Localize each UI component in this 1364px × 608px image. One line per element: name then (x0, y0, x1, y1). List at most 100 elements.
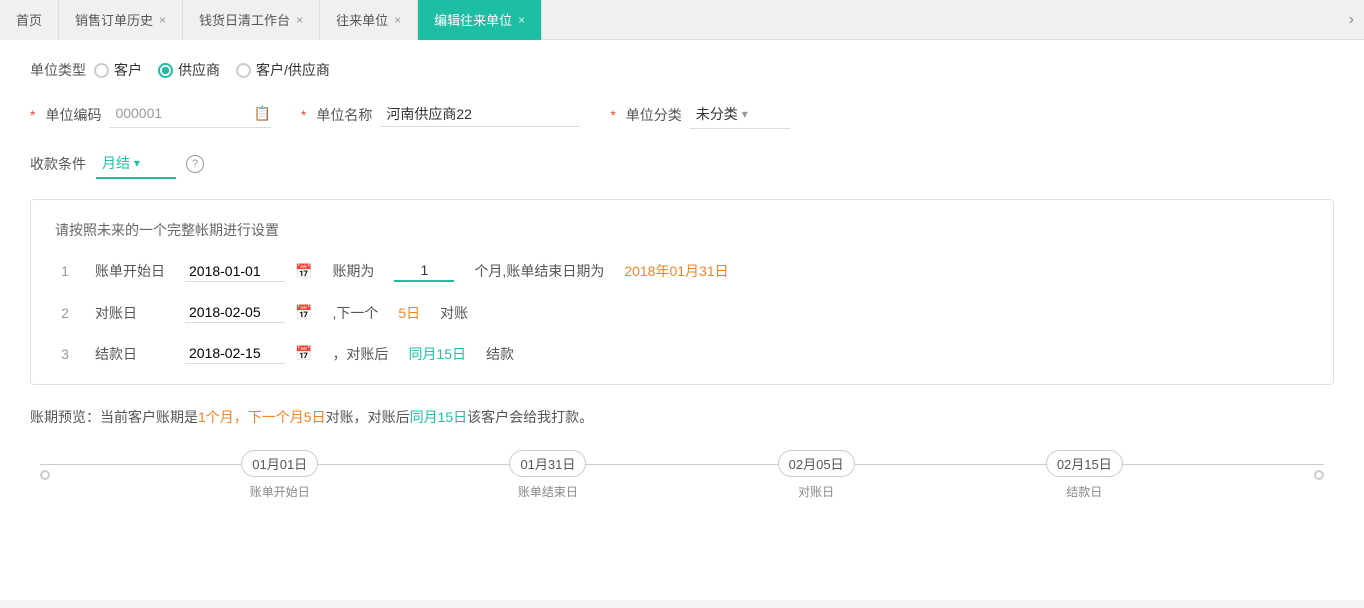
tab-label-sales-history: 销售订单历史 (75, 10, 153, 29)
preview-suffix: 该客户会给我打款。 (467, 409, 593, 425)
unit-name-field: * 单位名称 (301, 102, 580, 127)
chevron-down-icon-category: ▾ (742, 107, 748, 121)
timeline-point-1: 01月01日 账单开始日 (241, 450, 318, 500)
radio-customer[interactable]: 客户 (94, 60, 142, 80)
period-middle-text-1: 账期为 (332, 261, 374, 281)
timeline-caption-3: 对账日 (798, 483, 834, 500)
required-star-code: * (30, 107, 35, 123)
radio-supplier[interactable]: 供应商 (158, 60, 220, 80)
copy-icon[interactable]: 📋 (253, 105, 270, 122)
unit-name-label: 单位名称 (316, 105, 372, 125)
period-desc-prefix-3: ，对账后 (332, 344, 388, 364)
timeline-spacer-1 (318, 475, 509, 476)
radio-label-supplier: 供应商 (178, 60, 220, 80)
tab-cash-work[interactable]: 钱货日清工作台 × (183, 0, 320, 40)
close-icon-edit-partner[interactable]: × (518, 13, 525, 27)
unit-type-label: 单位类型 (30, 60, 86, 80)
tab-home[interactable]: 首页 (0, 0, 59, 40)
timeline: 01月01日 账单开始日 01月31日 账单结束日 02月05日 对账日 02月… (30, 450, 1334, 500)
help-icon[interactable]: ? (186, 155, 204, 173)
period-desc-highlight-2: 5日 (398, 303, 420, 323)
radio-label-customer-supplier: 客户/供应商 (256, 60, 330, 80)
radio-circle-customer-supplier (236, 63, 251, 78)
radio-customer-supplier[interactable]: 客户/供应商 (236, 60, 330, 80)
tab-edit-partner[interactable]: 编辑往来单位 × (418, 0, 542, 40)
preview-part3: 同月15日 (410, 409, 468, 425)
calendar-icon-1[interactable]: 📅 (295, 263, 312, 280)
period-date-input-2: 📅 (185, 302, 312, 323)
close-icon-sales-history[interactable]: × (159, 13, 166, 27)
radio-circle-customer (94, 63, 109, 78)
required-star-name: * (301, 107, 306, 123)
tab-label-home: 首页 (16, 10, 42, 29)
required-star-category: * (610, 107, 615, 123)
unit-code-input-wrapper: 📋 (109, 101, 270, 128)
period-row-1: 1 账单开始日 📅 账期为 个月,账单结束日期为 2018年01月31日 (55, 260, 1309, 282)
unit-code-input[interactable] (109, 101, 249, 125)
period-date-1[interactable] (185, 261, 285, 282)
calendar-icon-3[interactable]: 📅 (295, 345, 312, 362)
unit-category-field: * 单位分类 未分类 ▾ (610, 100, 789, 129)
period-row-2: 2 对账日 📅 ,下一个 5日对账 (55, 302, 1309, 323)
period-settings-box: 请按照未来的一个完整帐期进行设置 1 账单开始日 📅 账期为 个月,账单结束日期… (30, 199, 1334, 385)
calendar-icon-2[interactable]: 📅 (295, 304, 312, 321)
period-end-date-1: 2018年01月31日 (624, 261, 728, 281)
unit-category-label: 单位分类 (626, 105, 682, 125)
period-field-label-2: 对账日 (95, 303, 165, 323)
close-icon-partner[interactable]: × (394, 13, 401, 27)
tab-label-edit-partner: 编辑往来单位 (434, 10, 512, 29)
main-content: 单位类型 客户 供应商 客户/供应商 * 单位编码 (0, 40, 1364, 600)
period-desc-highlight-3: 同月15日 (408, 344, 466, 364)
timeline-line (40, 464, 1324, 465)
tab-bar: 首页 销售订单历史 × 钱货日清工作台 × 往来单位 × 编辑往来单位 × › (0, 0, 1364, 40)
unit-category-select[interactable]: 未分类 ▾ (690, 100, 790, 129)
period-date-2[interactable] (185, 302, 285, 323)
payment-condition-row: 收款条件 月结 ▾ ? (30, 149, 1334, 179)
period-date-3[interactable] (185, 343, 285, 364)
period-field-label-3: 结款日 (95, 344, 165, 364)
payment-condition-select[interactable]: 月结 ▾ (96, 149, 176, 179)
period-num-2: 2 (55, 305, 75, 321)
tab-label-cash-work: 钱货日清工作台 (199, 10, 290, 29)
period-desc-suffix-3: 结款 (486, 344, 514, 364)
payment-condition-value: 月结 (102, 153, 130, 173)
period-date-input-1: 📅 (185, 261, 312, 282)
tab-sales-history[interactable]: 销售订单历史 × (59, 0, 183, 40)
preview-middle: 对账，对账后 (326, 409, 410, 425)
period-desc-prefix-2: ,下一个 (332, 303, 378, 323)
timeline-spacer-0 (50, 475, 241, 476)
period-num-1: 1 (55, 263, 75, 279)
radio-group-unit-type: 客户 供应商 客户/供应商 (94, 60, 330, 80)
timeline-point-2: 01月31日 账单结束日 (509, 450, 586, 500)
period-value-input[interactable] (394, 260, 454, 282)
timeline-label-1: 01月01日 (241, 450, 318, 477)
tab-partner[interactable]: 往来单位 × (320, 0, 418, 40)
timeline-label-4: 02月15日 (1046, 450, 1123, 477)
preview-prefix: 账期预览：当前客户账期是 (30, 409, 198, 425)
chevron-down-icon-payment: ▾ (134, 156, 140, 170)
timeline-start-dot (40, 470, 50, 480)
timeline-dot-start (40, 470, 50, 480)
preview-part2: 下一个月5日 (248, 409, 326, 425)
unit-type-field: 单位类型 客户 供应商 客户/供应商 (30, 60, 330, 80)
period-title: 请按照未来的一个完整帐期进行设置 (55, 220, 1309, 240)
period-unit-1: 个月,账单结束日期为 (474, 261, 604, 281)
unit-info-row: * 单位编码 📋 * 单位名称 * 单位分类 未分类 ▾ (30, 100, 1334, 129)
unit-category-value: 未分类 (696, 104, 738, 124)
timeline-dot-end (1314, 470, 1324, 480)
tab-scroll-arrow[interactable]: › (1339, 0, 1364, 40)
timeline-spacer-4 (1123, 475, 1314, 476)
unit-name-input[interactable] (380, 102, 580, 127)
timeline-spacer-2 (586, 475, 777, 476)
radio-circle-supplier (158, 63, 173, 78)
unit-type-row: 单位类型 客户 供应商 客户/供应商 (30, 60, 1334, 80)
timeline-caption-1: 账单开始日 (250, 483, 310, 500)
tab-label-partner: 往来单位 (336, 10, 388, 29)
timeline-label-2: 01月31日 (509, 450, 586, 477)
period-date-input-3: 📅 (185, 343, 312, 364)
unit-code-field: * 单位编码 📋 (30, 101, 271, 128)
timeline-point-4: 02月15日 结款日 (1046, 450, 1123, 500)
close-icon-cash-work[interactable]: × (296, 13, 303, 27)
period-desc-suffix-2: 对账 (440, 303, 468, 323)
timeline-point-3: 02月05日 对账日 (778, 450, 855, 500)
